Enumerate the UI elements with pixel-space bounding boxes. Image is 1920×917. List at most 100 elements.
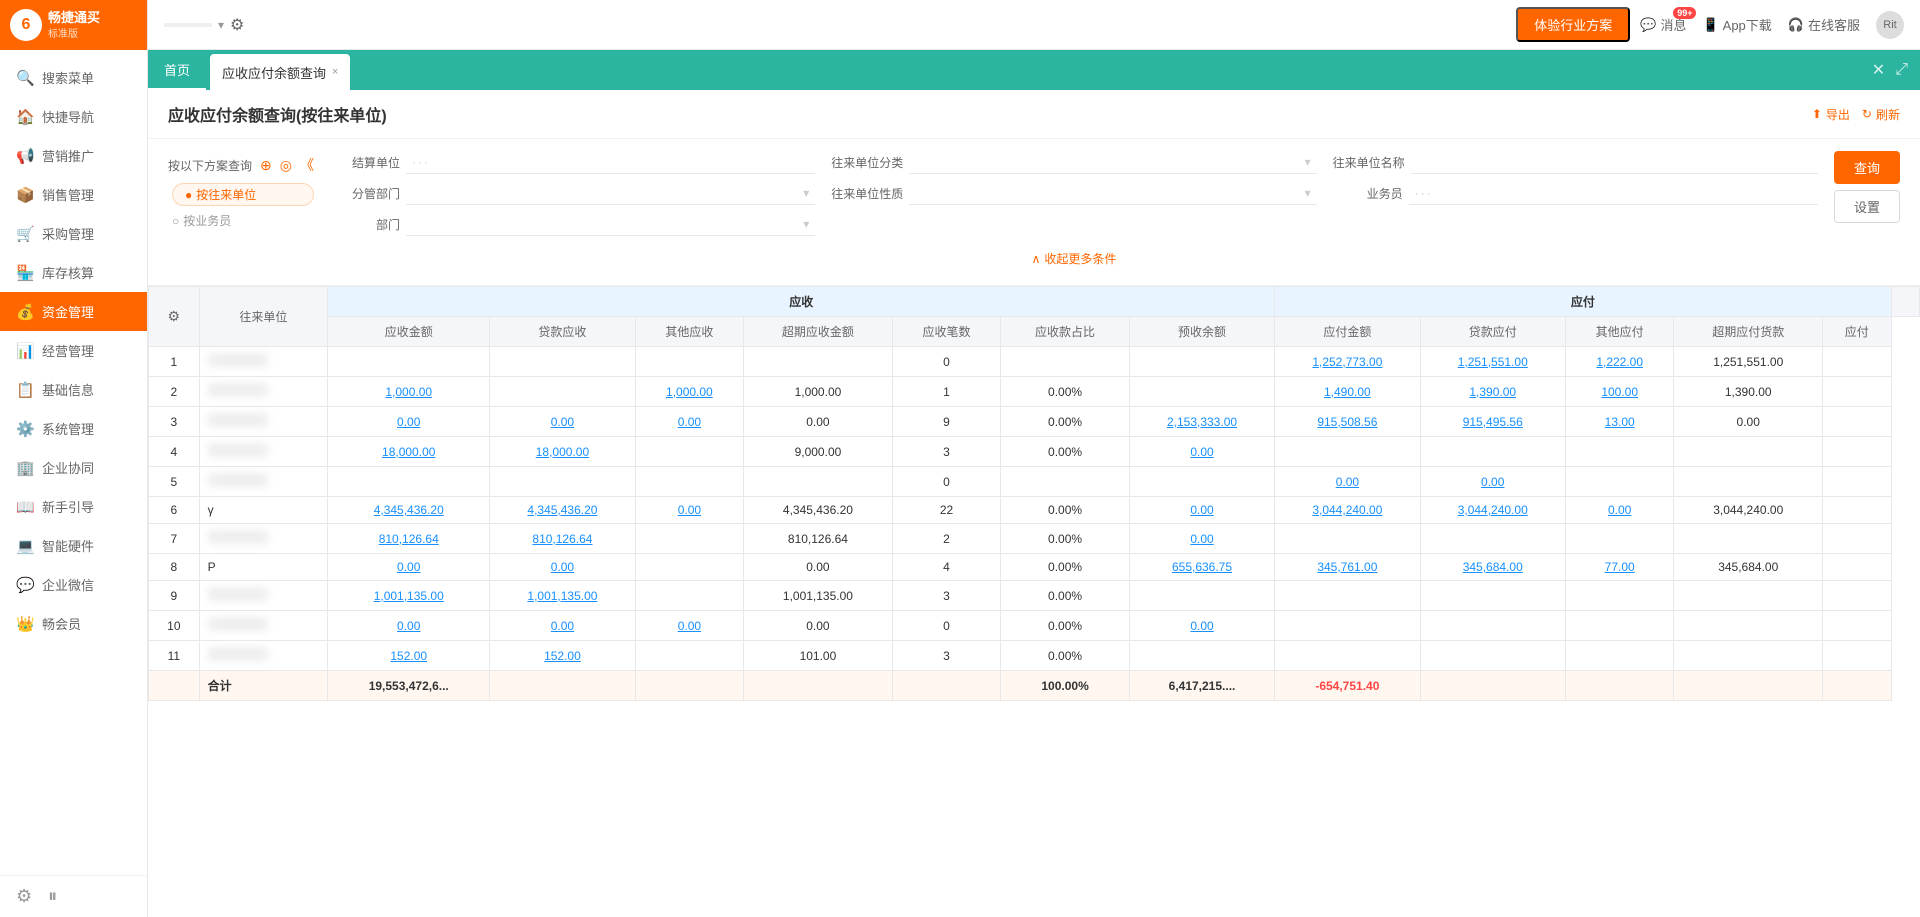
nav-label-7: 经营管理 — [42, 341, 94, 360]
field-salesperson: 业务员 ··· — [1333, 182, 1818, 205]
cell-dkys-3: 18,000.00 — [490, 437, 635, 467]
active-scheme-icon: ● — [185, 188, 192, 202]
settings-button[interactable]: 设置 — [1834, 190, 1900, 223]
cell-ys-7: 0.00 — [328, 554, 490, 581]
sidebar-item-9[interactable]: ⚙️系统管理 — [0, 409, 147, 448]
cell-num-3: 4 — [149, 437, 200, 467]
field-division-input[interactable]: ▾ — [406, 213, 815, 236]
table-settings-icon[interactable]: ⚙ — [168, 308, 181, 324]
sidebar-item-5[interactable]: 🏪库存核算 — [0, 253, 147, 292]
active-scheme[interactable]: ● 按往来单位 — [172, 183, 314, 206]
service-icon: 🎧 — [1788, 17, 1804, 33]
cell-cqyf-6 — [1674, 524, 1823, 554]
sidebar-item-4[interactable]: 🛒采购管理 — [0, 214, 147, 253]
sidebar-bottom: ⚙ ⏸ — [0, 875, 147, 917]
nav-icon-6: 💰 — [16, 303, 34, 321]
query-button[interactable]: 查询 — [1834, 151, 1900, 184]
sidebar-item-1[interactable]: 🏠快捷导航 — [0, 97, 147, 136]
cell-num-7: 8 — [149, 554, 200, 581]
field-customer-nature-input[interactable]: ▾ — [909, 182, 1316, 205]
cell-qtys-4 — [635, 467, 744, 497]
app-download-button[interactable]: 📱 App下载 — [1702, 15, 1771, 34]
tab-balance-query[interactable]: 应收应付余额查询 × — [210, 54, 350, 90]
sidebar-item-3[interactable]: 📦销售管理 — [0, 175, 147, 214]
scheme-label: 按以下方案查询 — [168, 157, 252, 174]
sidebar-item-0[interactable]: 🔍搜索菜单 — [0, 58, 147, 97]
sidebar-item-8[interactable]: 📋基础信息 — [0, 370, 147, 409]
cell-ys-3: 18,000.00 — [328, 437, 490, 467]
export-button[interactable]: ⬆ 导出 — [1812, 106, 1850, 123]
th-settings[interactable]: ⚙ — [149, 287, 200, 347]
cell-num-10: 11 — [149, 641, 200, 671]
sidebar-item-12[interactable]: 💻智能硬件 — [0, 526, 147, 565]
sidebar-collapse-icon[interactable]: ⏸ — [48, 886, 57, 907]
cell-qtyf-1: 100.00 — [1565, 377, 1674, 407]
cell-cqys-10: 101.00 — [744, 641, 893, 671]
nav-label-10: 企业协同 — [42, 458, 94, 477]
field-dept-input[interactable]: ▾ — [406, 182, 815, 205]
field-customer-type-input[interactable]: ▾ — [909, 151, 1316, 174]
cell-name-6 — [199, 524, 328, 554]
cell-yfje-9 — [1275, 611, 1420, 641]
sidebar-item-6[interactable]: 💰资金管理 — [0, 292, 147, 331]
edit-scheme-icon[interactable]: ◎ — [280, 157, 292, 174]
cell-cqyf-3 — [1674, 437, 1823, 467]
tab-close-icon[interactable]: × — [332, 66, 338, 78]
table-row: 7 810,126.64 810,126.64 810,126.64 2 0.0… — [149, 524, 1920, 554]
settings-icon[interactable]: ⚙ — [16, 886, 32, 907]
cell-qtys-2: 0.00 — [635, 407, 744, 437]
promo-button[interactable]: 体验行业方案 — [1516, 7, 1630, 42]
field-customer-name-input[interactable] — [1411, 151, 1818, 174]
cell-ysbs-4: 0 — [892, 467, 1001, 497]
cell-yfsuffix-5 — [1823, 497, 1891, 524]
cell-yfje-7: 345,761.00 — [1275, 554, 1420, 581]
field-salesperson-input[interactable]: ··· — [1409, 182, 1818, 205]
cell-yfje-3 — [1275, 437, 1420, 467]
cell-num-9: 10 — [149, 611, 200, 641]
cell-yfje-8 — [1275, 581, 1420, 611]
collapse-icon: ∧ — [1032, 252, 1041, 266]
app-name: 畅捷通买 — [48, 10, 100, 26]
sidebar-item-11[interactable]: 📖新手引导 — [0, 487, 147, 526]
cell-num-1: 2 — [149, 377, 200, 407]
field-division: 部门 ▾ — [330, 213, 815, 236]
cell-yskzb-6: 0.00% — [1001, 524, 1130, 554]
cell-yskzb-0 — [1001, 347, 1130, 377]
footer-yf-suffix — [1823, 671, 1891, 701]
field-settlement-input[interactable]: ··· — [406, 151, 815, 174]
cell-name-8 — [199, 581, 328, 611]
sidebar-item-14[interactable]: 👑畅会员 — [0, 604, 147, 643]
filter-area: 按以下方案查询 ⊕ ◎ 《 ● 按往来单位 ○ 按业务员 — [148, 139, 1920, 286]
sidebar-nav: 🔍搜索菜单🏠快捷导航📢营销推广📦销售管理🛒采购管理🏪库存核算💰资金管理📊经营管理… — [0, 50, 147, 875]
nav-label-9: 系统管理 — [42, 419, 94, 438]
sidebar-item-7[interactable]: 📊经营管理 — [0, 331, 147, 370]
th-overdue-yf: 超期应付货款 — [1674, 317, 1823, 347]
table-row: 10 0.00 0.00 0.00 0.00 0 0.00% 0.00 — [149, 611, 1920, 641]
message-icon: 💬 — [1640, 17, 1656, 33]
online-service-button[interactable]: 🎧 在线客服 — [1788, 15, 1860, 34]
field-customer-type-label: 往来单位分类 — [831, 154, 903, 171]
cell-ysbs-1: 1 — [892, 377, 1001, 407]
cell-qtyf-4 — [1565, 467, 1674, 497]
tab-home[interactable]: 首页 — [148, 50, 206, 90]
user-avatar[interactable]: Rit — [1876, 11, 1904, 39]
cell-cqys-6: 810,126.64 — [744, 524, 893, 554]
sidebar-item-10[interactable]: 🏢企业协同 — [0, 448, 147, 487]
breadcrumb-dropdown[interactable]: ▾ — [218, 18, 224, 32]
refresh-button[interactable]: ↻ 刷新 — [1862, 106, 1900, 123]
sidebar-item-13[interactable]: 💬企业微信 — [0, 565, 147, 604]
scheme-option2[interactable]: ○ 按业务员 — [172, 212, 314, 229]
close-window-icon[interactable]: ✕ — [1872, 60, 1885, 80]
nav-icon-3: 📦 — [16, 186, 34, 204]
collapse-scheme-icon[interactable]: 《 — [300, 155, 314, 175]
add-scheme-icon[interactable]: ⊕ — [260, 157, 272, 174]
cell-cqyf-5: 3,044,240.00 — [1674, 497, 1823, 524]
collapse-filter-button[interactable]: ∧ 收起更多条件 — [1032, 244, 1117, 273]
cell-ysy-10 — [1129, 641, 1274, 671]
cell-cqys-1: 1,000.00 — [744, 377, 893, 407]
footer-advance: 6,417,215.... — [1129, 671, 1274, 701]
message-button[interactable]: 💬 消息 99+ — [1640, 15, 1686, 34]
topbar-gear-icon[interactable]: ⚙ — [230, 15, 244, 35]
maximize-window-icon[interactable]: ⤢ — [1895, 61, 1908, 79]
sidebar-item-2[interactable]: 📢营销推广 — [0, 136, 147, 175]
